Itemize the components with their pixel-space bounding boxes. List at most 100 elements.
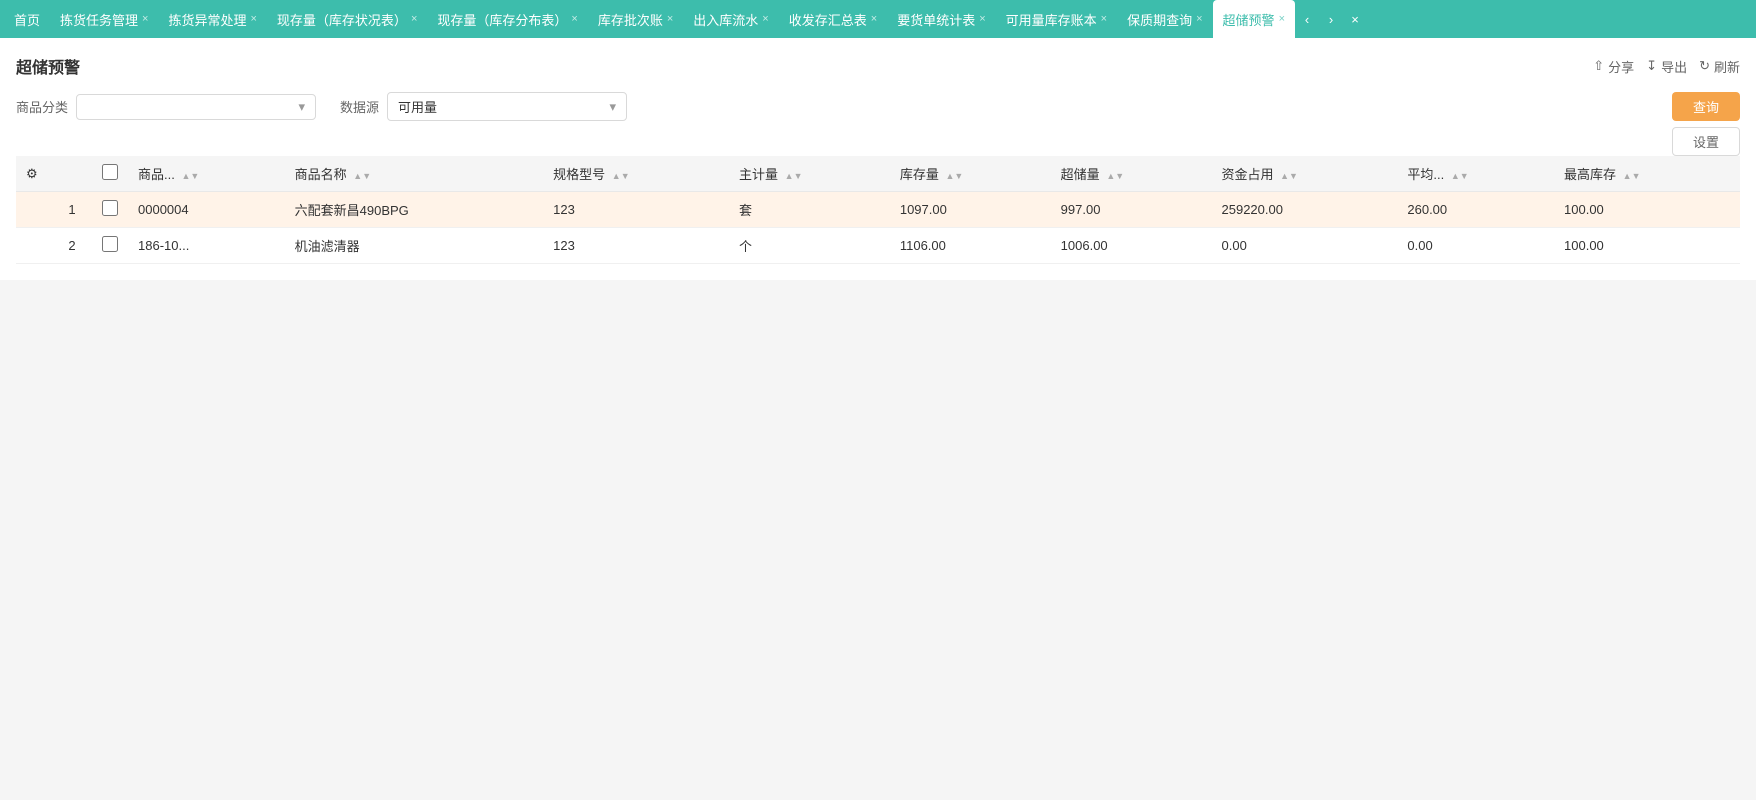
row-gear-cell (16, 228, 52, 264)
nav-item-task-mgmt[interactable]: 拣货任务管理 × (50, 0, 158, 38)
category-label: 商品分类 (16, 97, 68, 116)
data-table: ⚙ 商品... ▲▼ 商品名称 ▲▼ 规格型号 ▲▼ (16, 156, 1740, 264)
nav-item-available[interactable]: 可用量库存账本 × (996, 0, 1117, 38)
row-product-code: 186-10... (128, 228, 285, 264)
row-checkbox[interactable] (102, 236, 118, 252)
table-row: 2 186-10... 机油滤清器 123 个 1106.00 1006.00 … (16, 228, 1740, 264)
th-gear[interactable]: ⚙ (16, 156, 52, 192)
header-actions: ⇧ 分享 ↧ 导出 ↻ 刷新 (1593, 57, 1740, 76)
close-icon[interactable]: × (571, 13, 577, 25)
select-all-checkbox[interactable] (102, 164, 118, 180)
share-button[interactable]: ⇧ 分享 (1593, 57, 1634, 76)
nav-item-overstock[interactable]: 超储预警 × (1213, 0, 1295, 38)
close-icon[interactable]: × (1196, 13, 1202, 25)
table-row: 1 0000004 六配套新昌490BPG 123 套 1097.00 997.… (16, 192, 1740, 228)
query-button[interactable]: 查询 (1672, 92, 1740, 121)
close-icon[interactable]: × (871, 13, 877, 25)
th-max-stock[interactable]: 最高库存 ▲▼ (1554, 156, 1740, 192)
row-product-name: 六配套新昌490BPG (285, 192, 544, 228)
sort-arrows-icon[interactable]: ▲▼ (1623, 172, 1641, 181)
export-icon: ↧ (1646, 58, 1657, 74)
nav-item-batch[interactable]: 库存批次账 × (588, 0, 683, 38)
datasource-select[interactable]: 可用量 ▾ (387, 92, 627, 121)
sort-arrows-icon[interactable]: ▲▼ (353, 172, 371, 181)
row-checkbox[interactable] (102, 200, 118, 216)
th-checkbox (92, 156, 128, 192)
nav-item-req-stats[interactable]: 要货单统计表 × (887, 0, 995, 38)
gear-icon[interactable]: ⚙ (26, 166, 38, 181)
nav-item-flow[interactable]: 出入库流水 × (683, 0, 778, 38)
th-index (52, 156, 92, 192)
th-spec[interactable]: 规格型号 ▲▼ (543, 156, 729, 192)
datasource-label: 数据源 (340, 97, 379, 116)
th-overflow[interactable]: 超储量 ▲▼ (1051, 156, 1212, 192)
close-icon[interactable]: × (667, 13, 673, 25)
th-average[interactable]: 平均... ▲▼ (1397, 156, 1554, 192)
row-product-name: 机油滤清器 (285, 228, 544, 264)
row-index: 2 (52, 228, 92, 264)
close-icon[interactable]: × (250, 13, 256, 25)
row-checkbox-cell (92, 228, 128, 264)
sort-arrows-icon[interactable]: ▲▼ (181, 172, 199, 181)
nav-arrow-left[interactable]: ‹ (1295, 0, 1319, 38)
page-header: 超储预警 ⇧ 分享 ↧ 导出 ↻ 刷新 (16, 54, 1740, 78)
category-select[interactable]: ▾ (76, 94, 316, 120)
sort-arrows-icon[interactable]: ▲▼ (612, 172, 630, 181)
row-overflow: 997.00 (1051, 192, 1212, 228)
close-icon[interactable]: × (762, 13, 768, 25)
row-spec: 123 (543, 192, 729, 228)
nav-item-stock-dist[interactable]: 现存量（库存分布表） × (427, 0, 587, 38)
th-capital[interactable]: 资金占用 ▲▼ (1212, 156, 1398, 192)
sort-arrows-icon[interactable]: ▲▼ (1280, 172, 1298, 181)
chevron-down-icon: ▾ (610, 99, 617, 115)
row-max-stock: 100.00 (1554, 192, 1740, 228)
nav-arrow-close[interactable]: × (1343, 0, 1367, 38)
top-navigation: 首页 拣货任务管理 × 拣货异常处理 × 现存量（库存状况表） × 现存量（库存… (0, 0, 1756, 38)
datasource-filter-group: 数据源 可用量 ▾ (340, 92, 627, 121)
chevron-down-icon: ▾ (298, 99, 305, 115)
row-stock: 1097.00 (890, 192, 1051, 228)
close-icon[interactable]: × (142, 13, 148, 25)
th-unit[interactable]: 主计量 ▲▼ (729, 156, 890, 192)
filter-area: 商品分类 ▾ 数据源 可用量 ▾ 查询 设置 (16, 92, 1740, 156)
nav-arrow-right[interactable]: › (1319, 0, 1343, 38)
close-icon[interactable]: × (1101, 13, 1107, 25)
close-icon[interactable]: × (979, 13, 985, 25)
row-unit: 个 (729, 228, 890, 264)
row-unit: 套 (729, 192, 890, 228)
close-icon[interactable]: × (1279, 13, 1285, 25)
th-product-code[interactable]: 商品... ▲▼ (128, 156, 285, 192)
export-button[interactable]: ↧ 导出 (1646, 57, 1687, 76)
row-gear-cell (16, 192, 52, 228)
sort-arrows-icon[interactable]: ▲▼ (945, 172, 963, 181)
page-container: 超储预警 ⇧ 分享 ↧ 导出 ↻ 刷新 商品分类 (0, 38, 1756, 280)
row-spec: 123 (543, 228, 729, 264)
nav-item-expiry[interactable]: 保质期查询 × (1117, 0, 1212, 38)
filter-row: 商品分类 ▾ 数据源 可用量 ▾ (16, 92, 1672, 121)
refresh-button[interactable]: ↻ 刷新 (1699, 57, 1740, 76)
sort-arrows-icon[interactable]: ▲▼ (1451, 172, 1469, 181)
row-stock: 1106.00 (890, 228, 1051, 264)
nav-item-summary[interactable]: 收发存汇总表 × (779, 0, 887, 38)
close-icon[interactable]: × (411, 13, 417, 25)
filter-main: 商品分类 ▾ 数据源 可用量 ▾ (16, 92, 1672, 121)
datasource-value: 可用量 (398, 97, 437, 116)
nav-item-home[interactable]: 首页 (4, 0, 50, 38)
row-product-code: 0000004 (128, 192, 285, 228)
nav-item-stock-status[interactable]: 现存量（库存状况表） × (267, 0, 427, 38)
row-index: 1 (52, 192, 92, 228)
page-title: 超储预警 (16, 54, 80, 78)
sort-arrows-icon[interactable]: ▲▼ (785, 172, 803, 181)
th-product-name[interactable]: 商品名称 ▲▼ (285, 156, 544, 192)
row-checkbox-cell (92, 192, 128, 228)
table-header-row: ⚙ 商品... ▲▼ 商品名称 ▲▼ 规格型号 ▲▼ (16, 156, 1740, 192)
action-buttons: 查询 设置 (1672, 92, 1740, 156)
sort-arrows-icon[interactable]: ▲▼ (1106, 172, 1124, 181)
row-average: 260.00 (1397, 192, 1554, 228)
settings-button[interactable]: 设置 (1672, 127, 1740, 156)
row-capital: 0.00 (1212, 228, 1398, 264)
category-filter-group: 商品分类 ▾ (16, 94, 316, 120)
row-overflow: 1006.00 (1051, 228, 1212, 264)
th-stock[interactable]: 库存量 ▲▼ (890, 156, 1051, 192)
nav-item-exception[interactable]: 拣货异常处理 × (158, 0, 266, 38)
